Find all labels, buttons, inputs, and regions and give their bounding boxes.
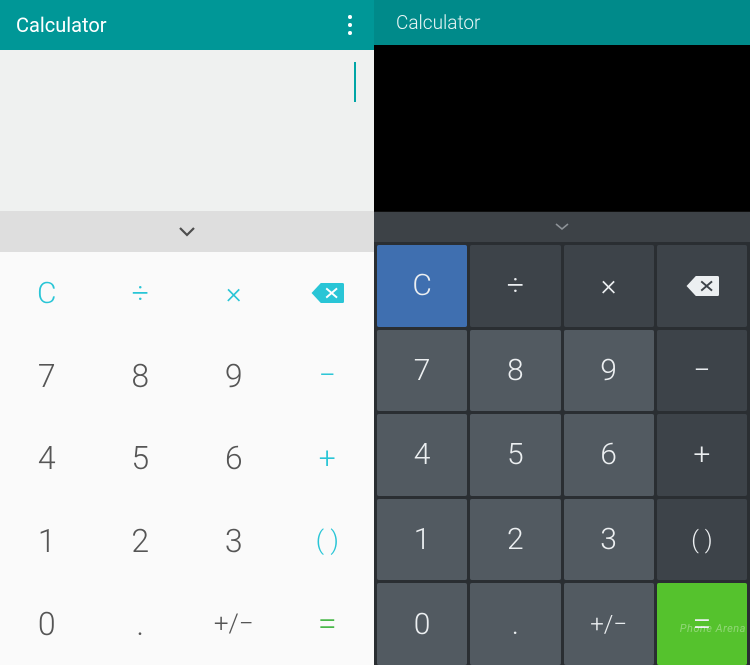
panel-toggle[interactable]: [0, 211, 374, 252]
calculator-dark: Calculator C ÷ × 7 8 9 − 4 5 6: [374, 0, 750, 665]
multiply-button[interactable]: ×: [564, 245, 654, 327]
chevron-down-icon: [177, 222, 197, 242]
digit-4-button[interactable]: 4: [0, 417, 94, 500]
digit-3-button[interactable]: 3: [187, 500, 281, 583]
keypad: C ÷ × 7 8 9 − 4 5 6 + 1 2 3 ( ) 0 . +/−: [0, 252, 374, 665]
calculator-light: Calculator C ÷ × 7 8 9: [0, 0, 374, 665]
digit-6-button[interactable]: 6: [187, 417, 281, 500]
clear-button[interactable]: C: [377, 245, 467, 327]
digit-0-button[interactable]: 0: [377, 583, 467, 665]
keypad: C ÷ × 7 8 9 − 4 5 6 + 1 2 3 ( ) 0 . +/−: [374, 242, 750, 665]
digit-4-button[interactable]: 4: [377, 414, 467, 496]
overflow-menu-button[interactable]: [340, 15, 360, 35]
digit-9-button[interactable]: 9: [187, 335, 281, 418]
plus-button[interactable]: +: [281, 417, 375, 500]
equals-button[interactable]: =: [281, 582, 375, 665]
app-title: Calculator: [16, 13, 107, 37]
digit-3-button[interactable]: 3: [564, 499, 654, 581]
decimal-button[interactable]: .: [94, 582, 188, 665]
digit-6-button[interactable]: 6: [564, 414, 654, 496]
digit-1-button[interactable]: 1: [377, 499, 467, 581]
header: Calculator: [0, 0, 374, 50]
minus-button[interactable]: −: [657, 330, 747, 412]
backspace-button[interactable]: [657, 245, 747, 327]
digit-8-button[interactable]: 8: [470, 330, 560, 412]
digit-7-button[interactable]: 7: [377, 330, 467, 412]
clear-button[interactable]: C: [0, 252, 94, 335]
backspace-icon: [310, 281, 344, 305]
display[interactable]: [374, 45, 750, 212]
parentheses-button[interactable]: ( ): [281, 500, 375, 583]
divide-button[interactable]: ÷: [94, 252, 188, 335]
display[interactable]: [0, 50, 374, 211]
panel-toggle[interactable]: [374, 212, 750, 242]
digit-0-button[interactable]: 0: [0, 582, 94, 665]
backspace-button[interactable]: [281, 252, 375, 335]
divide-button[interactable]: ÷: [470, 245, 560, 327]
digit-2-button[interactable]: 2: [94, 500, 188, 583]
digit-5-button[interactable]: 5: [94, 417, 188, 500]
chevron-down-icon: [552, 217, 572, 237]
digit-2-button[interactable]: 2: [470, 499, 560, 581]
text-cursor: [354, 62, 356, 102]
sign-toggle-button[interactable]: +/−: [564, 583, 654, 665]
header: Calculator: [374, 0, 750, 45]
backspace-icon: [685, 274, 719, 298]
digit-8-button[interactable]: 8: [94, 335, 188, 418]
parentheses-button[interactable]: ( ): [657, 499, 747, 581]
decimal-button[interactable]: .: [470, 583, 560, 665]
digit-5-button[interactable]: 5: [470, 414, 560, 496]
equals-button[interactable]: =: [657, 583, 747, 665]
multiply-button[interactable]: ×: [187, 252, 281, 335]
minus-button[interactable]: −: [281, 335, 375, 418]
plus-button[interactable]: +: [657, 414, 747, 496]
digit-1-button[interactable]: 1: [0, 500, 94, 583]
digit-9-button[interactable]: 9: [564, 330, 654, 412]
app-title: Calculator: [396, 11, 480, 34]
sign-toggle-button[interactable]: +/−: [187, 582, 281, 665]
digit-7-button[interactable]: 7: [0, 335, 94, 418]
